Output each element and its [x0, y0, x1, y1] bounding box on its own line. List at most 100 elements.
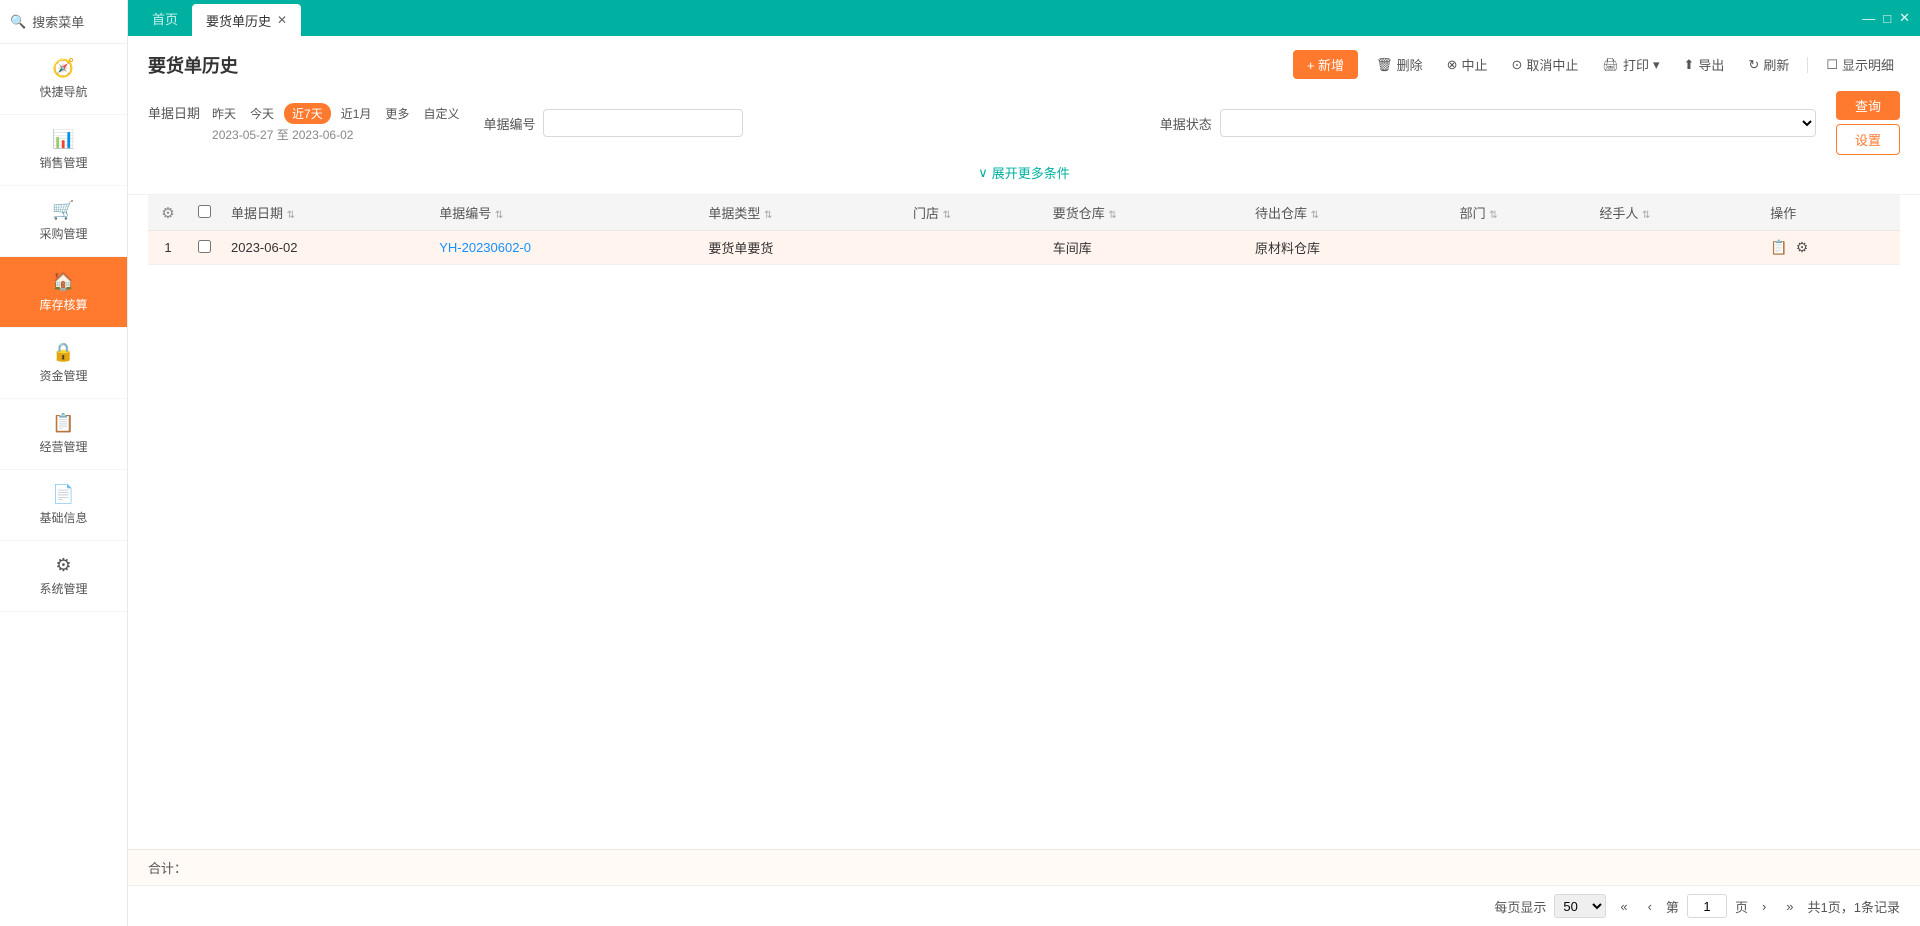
window-maximize[interactable]: □ — [1883, 11, 1891, 26]
page-suffix: 页 — [1735, 897, 1748, 916]
expand-button[interactable]: ∨ 展开更多条件 — [978, 163, 1070, 182]
delete-icon: 🗑 — [1376, 57, 1393, 73]
sort-bill-no-icon[interactable]: ⇅ — [495, 210, 503, 221]
sort-date-icon[interactable]: ⇅ — [287, 210, 295, 221]
bill-no-link[interactable]: YH-20230602-0 — [439, 240, 531, 255]
tab-bar: 首页 要货单历史 ✕ — □ ✕ — [128, 0, 1920, 36]
first-page-btn[interactable]: « — [1614, 897, 1633, 916]
sidebar-item-label: 库存核算 — [39, 296, 87, 313]
sidebar-item-label: 销售管理 — [39, 154, 87, 171]
bill-no-filter: 单据编号 — [483, 109, 1139, 137]
current-page-input[interactable] — [1687, 894, 1727, 918]
sidebar-item-sales[interactable]: 📊 销售管理 — [0, 115, 127, 186]
checkbox-icon: ☐ — [1826, 57, 1838, 73]
action-view-icon[interactable]: 📋 — [1770, 239, 1787, 256]
new-button[interactable]: + 新增 — [1293, 50, 1358, 79]
stop-icon: ⊗ — [1447, 57, 1458, 73]
show-detail-button[interactable]: ☐ 显示明细 — [1820, 51, 1900, 78]
stop-button[interactable]: ⊗ 中止 — [1441, 51, 1494, 78]
sidebar-item-operations[interactable]: 📋 经营管理 — [0, 399, 127, 470]
tab-history[interactable]: 要货单历史 ✕ — [192, 4, 301, 36]
refresh-icon: ↻ — [1748, 57, 1759, 73]
date-btn-last1month[interactable]: 近1月 — [337, 103, 376, 124]
table-settings-icon[interactable]: ⚙ — [161, 205, 174, 222]
date-btn-row: 昨天 今天 近7天 近1月 更多 自定义 — [208, 103, 463, 124]
sidebar-item-label: 经营管理 — [39, 438, 87, 455]
table-area: ⚙ 单据日期 ⇅ 单据编号 ⇅ — [128, 195, 1920, 849]
print-dropdown-icon: ▾ — [1653, 57, 1660, 73]
tab-close-icon[interactable]: ✕ — [277, 13, 287, 27]
status-label: 单据状态 — [1160, 114, 1212, 133]
tab-home[interactable]: 首页 — [138, 0, 192, 36]
th-department: 部门 ⇅ — [1450, 195, 1590, 231]
delete-button[interactable]: 🗑 删除 — [1370, 51, 1429, 78]
date-btn-today[interactable]: 今天 — [246, 103, 278, 124]
print-button[interactable]: 🖨 打印 ▾ — [1596, 51, 1665, 78]
page-title: 要货单历史 — [148, 52, 238, 78]
sort-pending-warehouse-icon[interactable]: ⇅ — [1311, 210, 1319, 221]
main-area: 首页 要货单历史 ✕ — □ ✕ 要货单历史 + 新增 🗑 删除 ⊗ — [128, 0, 1920, 926]
sidebar-item-purchase[interactable]: 🛒 采购管理 — [0, 186, 127, 257]
status-filter: 单据状态 — [1160, 109, 1816, 137]
per-page-select[interactable]: 50 100 — [1554, 894, 1606, 918]
purchase-icon: 🛒 — [52, 200, 74, 221]
toolbar: + 新增 🗑 删除 ⊗ 中止 ⊙ 取消中止 🖨 打印 ▾ — [1293, 50, 1900, 79]
date-btn-custom[interactable]: 自定义 — [419, 103, 463, 124]
filter-area: 单据日期 昨天 今天 近7天 近1月 更多 自定义 2023-05-27 至 2… — [128, 79, 1920, 195]
sort-handler-icon[interactable]: ⇅ — [1642, 210, 1650, 221]
tab-window-actions: — □ ✕ — [1862, 10, 1910, 26]
select-all-checkbox[interactable] — [198, 205, 211, 218]
th-checkbox — [188, 195, 221, 231]
status-select[interactable] — [1220, 109, 1816, 137]
sidebar-item-finance[interactable]: 🔒 资金管理 — [0, 328, 127, 399]
prev-page-btn[interactable]: ‹ — [1642, 897, 1658, 916]
cancel-stop-button[interactable]: ⊙ 取消中止 — [1506, 51, 1585, 78]
sort-bill-type-icon[interactable]: ⇅ — [764, 210, 772, 221]
finance-icon: 🔒 — [52, 342, 74, 363]
sort-store-icon[interactable]: ⇅ — [943, 210, 951, 221]
cell-handler — [1589, 231, 1760, 265]
sidebar-item-label: 基础信息 — [39, 509, 87, 526]
sales-icon: 📊 — [52, 129, 74, 150]
cell-checkbox — [188, 231, 221, 265]
data-table: ⚙ 单据日期 ⇅ 单据编号 ⇅ — [148, 195, 1900, 265]
expand-row: ∨ 展开更多条件 — [148, 163, 1900, 182]
next-page-btn[interactable]: › — [1756, 897, 1772, 916]
export-button[interactable]: ⬆ 导出 — [1677, 51, 1730, 78]
page-prefix: 第 — [1666, 897, 1679, 916]
query-button[interactable]: 查询 — [1836, 91, 1900, 120]
th-bill-no: 单据编号 ⇅ — [429, 195, 698, 231]
sidebar-item-system[interactable]: ⚙ 系统管理 — [0, 541, 127, 612]
refresh-button[interactable]: ↻ 刷新 — [1742, 51, 1795, 78]
table-footer: 合计： — [128, 849, 1920, 885]
date-btn-yesterday[interactable]: 昨天 — [208, 103, 240, 124]
date-btn-more[interactable]: 更多 — [381, 103, 413, 124]
per-page-label: 每页显示 — [1494, 897, 1546, 916]
window-minimize[interactable]: — — [1862, 11, 1875, 26]
sidebar-search[interactable]: 🔍 搜索菜单 — [0, 0, 127, 44]
row-checkbox[interactable] — [198, 240, 211, 253]
cell-req-warehouse: 车间库 — [1043, 231, 1245, 265]
window-close[interactable]: ✕ — [1899, 10, 1910, 26]
settings-button[interactable]: 设置 — [1836, 124, 1900, 155]
sort-req-warehouse-icon[interactable]: ⇅ — [1108, 210, 1116, 221]
bill-no-input[interactable] — [543, 109, 743, 137]
th-handler: 经手人 ⇅ — [1589, 195, 1760, 231]
sidebar-item-quick-nav[interactable]: 🧭 快捷导航 — [0, 44, 127, 115]
date-options: 昨天 今天 近7天 近1月 更多 自定义 2023-05-27 至 2023-0… — [208, 103, 463, 143]
sort-department-icon[interactable]: ⇅ — [1489, 210, 1497, 221]
th-pending-warehouse: 待出仓库 ⇅ — [1245, 195, 1450, 231]
total-label: 合计： — [148, 861, 187, 876]
action-edit-icon[interactable]: ⚙ — [1796, 239, 1809, 256]
sidebar-item-label: 系统管理 — [39, 580, 87, 597]
sidebar-item-basic-info[interactable]: 📄 基础信息 — [0, 470, 127, 541]
cell-pending-warehouse: 原材料仓库 — [1245, 231, 1450, 265]
last-page-btn[interactable]: » — [1780, 897, 1799, 916]
sidebar-item-inventory[interactable]: 🏠 库存核算 — [0, 257, 127, 328]
print-icon: 🖨 — [1602, 57, 1619, 73]
date-btn-last7[interactable]: 近7天 — [284, 103, 331, 124]
bill-no-label: 单据编号 — [483, 114, 535, 133]
pagination-bar: 每页显示 50 100 « ‹ 第 页 › » 共1页，1条记录 — [128, 885, 1920, 926]
sidebar-item-label: 资金管理 — [39, 367, 87, 384]
sidebar-item-label: 采购管理 — [39, 225, 87, 242]
